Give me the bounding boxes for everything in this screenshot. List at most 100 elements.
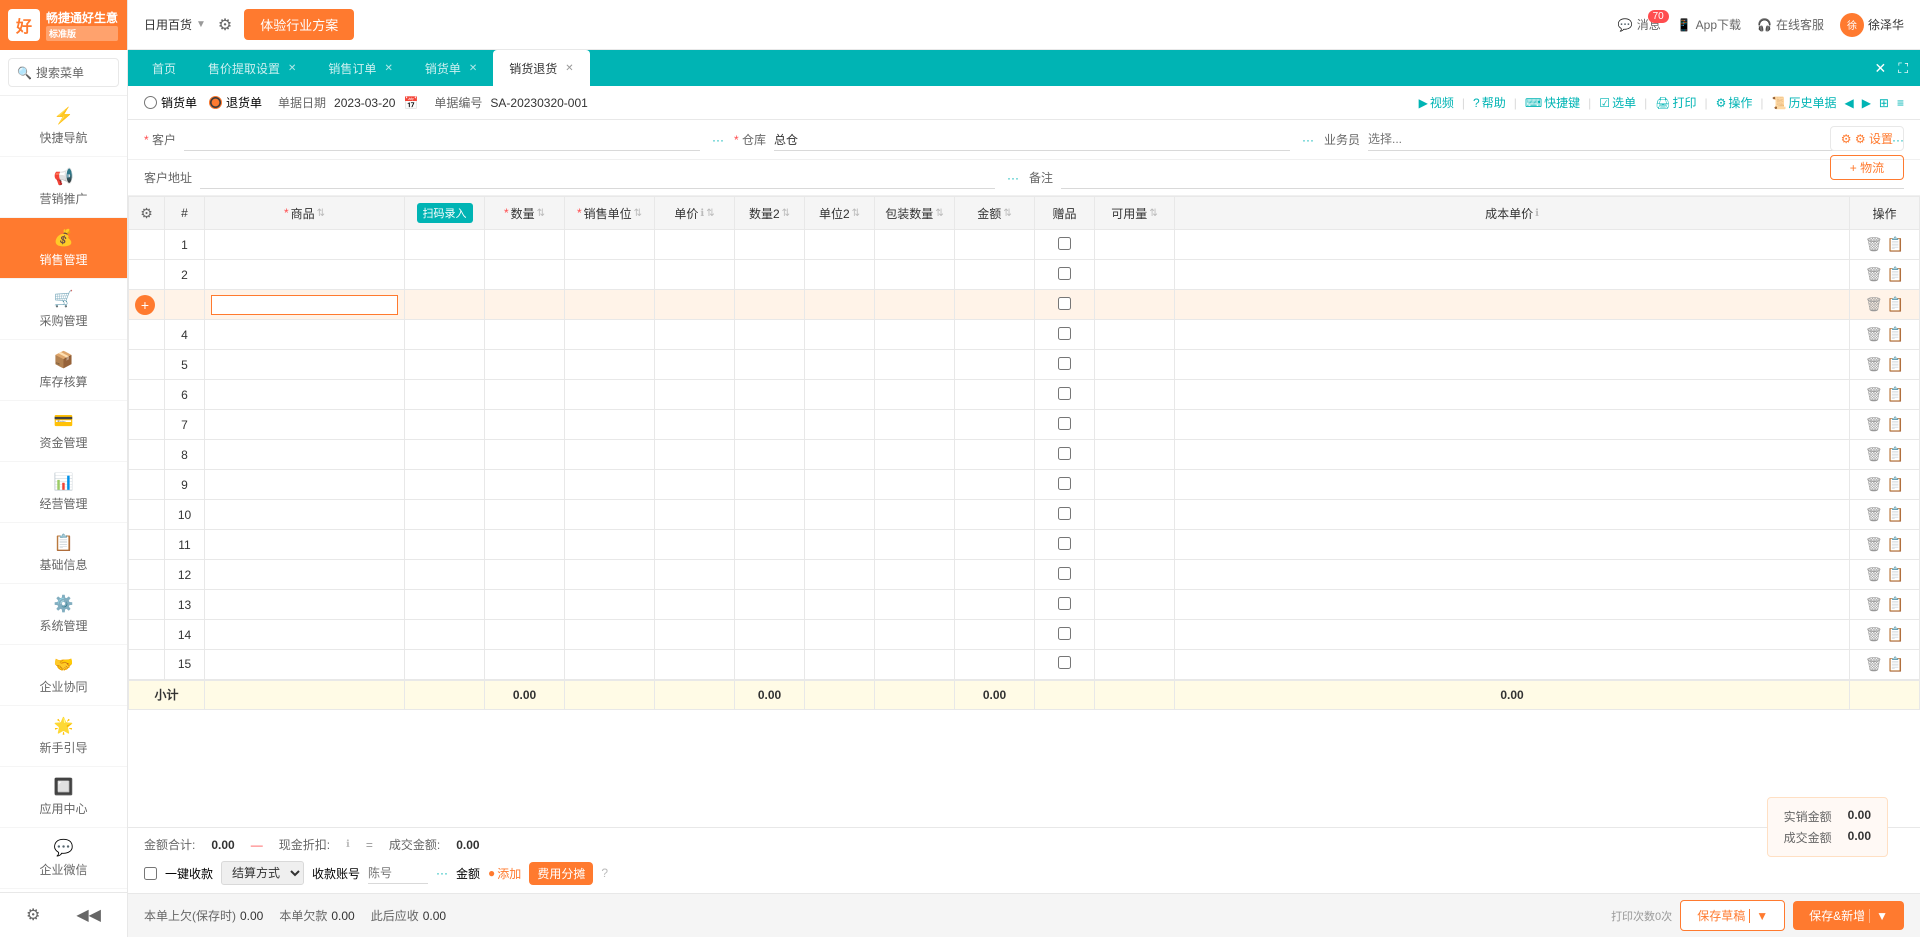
delete-button[interactable]: 🗑 [1865,416,1883,433]
add-fee-button[interactable]: ● 添加 [488,865,521,882]
delete-button[interactable]: 🗑 [1865,446,1883,463]
delete-button[interactable]: 🗑 [1865,566,1883,583]
delete-button[interactable]: 🗑 [1865,326,1883,343]
cell-product-1[interactable] [205,230,405,260]
add-row-button[interactable]: + [135,295,155,315]
gift-checkbox[interactable] [1058,387,1071,400]
cell-pack-3[interactable] [875,290,955,320]
copy-button[interactable]: 📋 [1887,566,1904,583]
tab-close-icon-active[interactable]: ✕ [565,63,573,74]
save-new-arrow-icon[interactable]: ▼ [1869,909,1888,923]
account-input[interactable] [368,863,428,884]
cell-unit2-2[interactable] [805,260,875,290]
gift-checkbox[interactable] [1058,537,1071,550]
product-input-3[interactable] [211,295,398,315]
copy-button[interactable]: 📋 [1887,656,1904,673]
dots-icon[interactable]: ··· [436,866,448,880]
video-help-button[interactable]: ▶ 视频 [1419,94,1454,111]
gift-checkbox-3[interactable] [1058,297,1071,310]
scan-entry-button[interactable]: 扫码录入 [417,203,473,223]
copy-button[interactable]: 📋 [1887,626,1904,643]
cell-available-2[interactable] [1095,260,1175,290]
cell-gift-1[interactable] [1035,230,1095,260]
gift-checkbox[interactable] [1058,477,1071,490]
settlement-method-select[interactable]: 结算方式 [221,861,304,885]
salesperson-input[interactable] [1368,128,1880,151]
cell-unit-2[interactable] [565,260,655,290]
address-picker-icon[interactable]: ··· [1007,171,1019,185]
tab-close-icon[interactable]: ✕ [469,63,477,74]
app-download-button[interactable]: 📱 App下载 [1677,16,1741,33]
cell-gift-2[interactable] [1035,260,1095,290]
save-draft-arrow-icon[interactable]: ▼ [1749,909,1768,923]
help-button[interactable]: ? 帮助 [1473,94,1506,111]
tab-home[interactable]: 首页 [136,50,192,86]
cell-unit-3[interactable] [565,290,655,320]
cell-pack-1[interactable] [875,230,955,260]
warehouse-input[interactable] [774,128,1290,151]
sidebar-item-sales-mgmt[interactable]: 💰 销售管理 [0,218,127,279]
delete-button[interactable]: 🗑 [1865,386,1883,403]
cell-available-1[interactable] [1095,230,1175,260]
sort-available-icon[interactable]: ⇅ [1149,208,1157,219]
sort-price-icon[interactable]: ⇅ [706,208,714,219]
settings-button[interactable]: ⚙ ⚙ 设置 [1830,126,1904,151]
one-click-payment-checkbox[interactable] [144,867,157,880]
copy-button[interactable]: 📋 [1887,326,1904,343]
delete-button[interactable]: 🗑 [1865,476,1883,493]
sidebar-item-basic[interactable]: 📋 基础信息 [0,523,127,584]
delete-button[interactable]: 🗑 [1865,656,1883,673]
gift-checkbox[interactable] [1058,627,1071,640]
cell-cost-1[interactable] [1175,230,1850,260]
sidebar-collapse-button[interactable]: ◀◀ [72,901,105,929]
delete-row-2-button[interactable]: 🗑 [1865,266,1883,283]
cell-unit2-3[interactable] [805,290,875,320]
tab-sale-return[interactable]: 销货退货 ✕ [493,50,589,86]
delete-button[interactable]: 🗑 [1865,356,1883,373]
cell-cost-3[interactable] [1175,290,1850,320]
logistics-button[interactable]: + 物流 [1830,155,1904,180]
gift-checkbox[interactable] [1058,417,1071,430]
tab-sale-delivery[interactable]: 销货单 ✕ [409,50,493,86]
delete-row-1-button[interactable]: 🗑 [1865,236,1883,253]
radio-sale-delivery-input[interactable] [144,96,157,109]
online-service-button[interactable]: 🎧 在线客服 [1757,16,1824,33]
address-input[interactable] [200,166,995,189]
sort-unit2-icon[interactable]: ⇅ [852,208,860,219]
sort-qty-icon[interactable]: ⇅ [537,208,545,219]
topbar-gear-button[interactable]: ⚙ [218,15,232,35]
cell-available-3[interactable] [1095,290,1175,320]
save-draft-button[interactable]: 保存草稿 ▼ [1680,900,1785,931]
save-new-button[interactable]: 保存&新增 ▼ [1793,901,1904,930]
calendar-icon[interactable]: 📅 [403,96,418,110]
copy-button[interactable]: 📋 [1887,356,1904,373]
nav-prev-button[interactable]: ◀ [1844,96,1853,110]
copy-button[interactable]: 📋 [1887,476,1904,493]
nav-next-button[interactable]: ▶ [1862,96,1871,110]
select-button[interactable]: ☑ 选单 [1599,94,1636,111]
gift-checkbox[interactable] [1058,327,1071,340]
sort-pack-icon[interactable]: ⇅ [935,208,943,219]
sidebar-settings-button[interactable]: ⚙ [22,901,44,929]
delete-row-3-button[interactable]: 🗑 [1865,296,1883,313]
copy-button[interactable]: 📋 [1887,386,1904,403]
sort-product-icon[interactable]: ⇅ [317,208,325,219]
sidebar-item-operations[interactable]: 📊 经营管理 [0,462,127,523]
cell-pack-2[interactable] [875,260,955,290]
gift-checkbox-2[interactable] [1058,267,1071,280]
radio-sale-return[interactable]: 退货单 [209,94,262,111]
copy-button[interactable]: 📋 [1887,506,1904,523]
message-button[interactable]: 💬 消息 70 [1618,16,1661,33]
operate-button[interactable]: ⚙ 操作 [1716,94,1753,111]
user-menu[interactable]: 徐 徐泽华 [1840,13,1904,37]
tab-close-icon[interactable]: ✕ [288,63,296,74]
cell-qty2-2[interactable] [735,260,805,290]
tab-sale-order[interactable]: 销售订单 ✕ [312,50,408,86]
gift-checkbox[interactable] [1058,357,1071,370]
view-table-button[interactable]: ⊞ [1879,96,1889,110]
delete-button[interactable]: 🗑 [1865,596,1883,613]
tab-close-icon[interactable]: ✕ [384,63,392,74]
sidebar-item-finance[interactable]: 💳 资金管理 [0,401,127,462]
view-list-button[interactable]: ≡ [1897,96,1904,110]
cell-qty2-3[interactable] [735,290,805,320]
